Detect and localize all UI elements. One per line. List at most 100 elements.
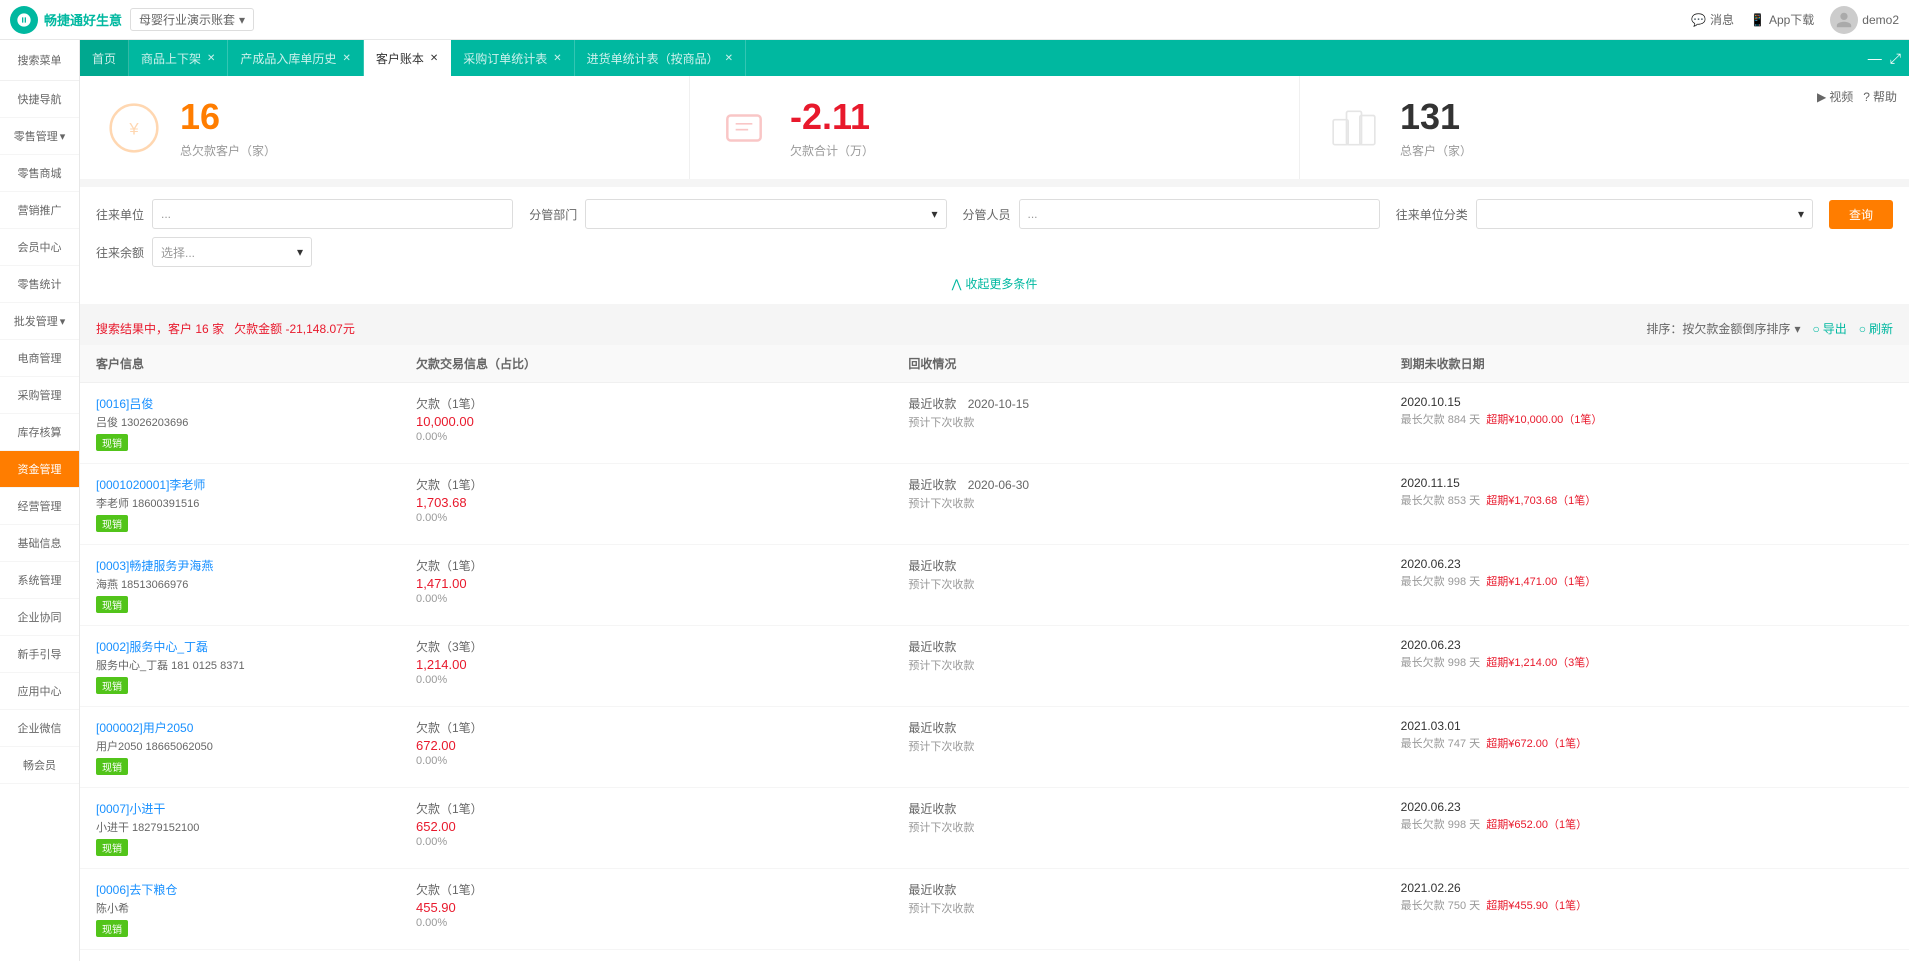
sidebar-item-wechat[interactable]: 企业微信 — [0, 710, 79, 747]
overdue-amount-link[interactable]: 超期¥1,214.00（3笔） — [1486, 657, 1596, 669]
debt-amount: 1,214.00 — [416, 657, 908, 672]
export-button[interactable]: ○ 导出 — [1812, 320, 1846, 337]
maximize-icon[interactable]: ⤢ — [1890, 50, 1901, 67]
tab-customer-account[interactable]: 客户账本 ✕ — [364, 40, 451, 76]
close-tab-icon[interactable]: ✕ — [553, 53, 561, 64]
sidebar-item-system[interactable]: 系统管理 — [0, 562, 79, 599]
tab-purchase-stats[interactable]: 进货单统计表（按商品） ✕ — [575, 40, 746, 76]
logo-text: 畅捷通好生意 — [44, 10, 122, 29]
sidebar-item-member[interactable]: 会员中心 — [0, 229, 79, 266]
customer-name-link[interactable]: [0002]服务中心_丁磊 — [96, 638, 416, 655]
customer-name-link[interactable]: [0016]吕俊 — [96, 395, 416, 412]
manager-input[interactable]: ... — [1019, 199, 1380, 229]
customer-cell: [000002]用户2050 用户2050 18665062050 现销 — [96, 719, 416, 775]
sidebar-item-enterprise[interactable]: 企业协同 — [0, 599, 79, 636]
close-tab-icon[interactable]: ✕ — [342, 53, 350, 64]
debt-amount: 10,000.00 — [416, 414, 908, 429]
sidebar-item-app-center[interactable]: 应用中心 — [0, 673, 79, 710]
minimize-icon[interactable]: — — [1868, 50, 1882, 66]
customer-tag: 现销 — [96, 677, 128, 694]
debt-label: 欠款（1笔） — [416, 557, 908, 574]
due-date: 2020.06.23 — [1401, 557, 1893, 571]
tab-label: 采购订单统计表 — [463, 50, 547, 67]
sidebar-item-inventory[interactable]: 库存核算 — [0, 414, 79, 451]
from-unit-placeholder: ... — [161, 207, 171, 221]
close-tab-icon[interactable]: ✕ — [725, 53, 733, 64]
unit-category-select[interactable]: ▾ — [1476, 199, 1813, 229]
user-avatar-area[interactable]: demo2 — [1830, 6, 1899, 34]
customer-name-link[interactable]: [0001020001]李老师 — [96, 476, 416, 493]
collapse-button[interactable]: ⋀ 收起更多条件 — [96, 275, 1893, 292]
balance-select[interactable]: 选择... ▾ — [152, 237, 312, 267]
help-link[interactable]: ? 帮助 — [1863, 88, 1897, 105]
next-payment-label: 预计下次收款 — [908, 495, 1400, 511]
last-payment-date: 2020-06-30 — [968, 478, 1029, 492]
sidebar-item-quick-nav[interactable]: 快捷导航 — [0, 81, 79, 118]
from-unit-label: 往来单位 — [96, 206, 144, 223]
result-debt-amount: -21,148.07元 — [285, 322, 354, 336]
close-tab-icon[interactable]: ✕ — [207, 53, 215, 64]
video-link[interactable]: ▶ 视频 — [1817, 88, 1853, 105]
sidebar-item-finance[interactable]: 资金管理 — [0, 451, 79, 488]
overdue-days: 最长欠款 747 天 — [1401, 738, 1480, 750]
sidebar-item-operations[interactable]: 经营管理 — [0, 488, 79, 525]
overdue-amount-link[interactable]: 超期¥672.00（1笔） — [1486, 738, 1587, 750]
overdue-amount-link[interactable]: 超期¥1,471.00（1笔） — [1486, 576, 1596, 588]
last-payment-label: 最近收款 2020-06-30 — [908, 476, 1400, 493]
top-bar: 畅捷通好生意 母婴行业演示账套 ▾ 💬 消息 📱 App下载 demo2 — [0, 0, 1909, 40]
sidebar-item-purchase[interactable]: 采购管理 — [0, 377, 79, 414]
app-download-button[interactable]: 📱 App下载 — [1750, 11, 1814, 28]
close-tab-icon[interactable]: ✕ — [430, 53, 438, 64]
overdue-amount-link[interactable]: 超期¥455.90（1笔） — [1486, 900, 1587, 912]
sidebar-item-vip[interactable]: 畅会员 — [0, 747, 79, 784]
result-customer-suffix: 家 — [212, 322, 224, 336]
sidebar-item-ecommerce[interactable]: 电商管理 — [0, 340, 79, 377]
customer-cell: [0001020001]李老师 李老师 18600391516 现销 — [96, 476, 416, 532]
search-menu-button[interactable]: 搜索菜单 — [8, 48, 71, 72]
debt-amount: 1,703.68 — [416, 495, 908, 510]
from-unit-input[interactable]: ... — [152, 199, 513, 229]
tab-bar-actions: — ⤢ — [1860, 50, 1909, 67]
chevron-down-icon: ▾ — [297, 245, 303, 259]
filter-area: 往来单位 ... 分管部门 ▾ 分管人员 — [80, 187, 1909, 304]
last-payment-label: 最近收款 — [908, 638, 1400, 655]
sidebar-item-retail-mall[interactable]: 零售商城 — [0, 155, 79, 192]
customer-phone: 陈小希 — [96, 900, 416, 916]
from-unit-filter: 往来单位 ... — [96, 199, 513, 229]
sidebar-item-label: 批发管理 — [14, 313, 58, 329]
sort-selector[interactable]: 排序：按欠款金额倒序排序 ▾ — [1646, 320, 1800, 337]
sidebar-item-basic-info[interactable]: 基础信息 — [0, 525, 79, 562]
industry-selector[interactable]: 母婴行业演示账套 ▾ — [130, 8, 254, 31]
industry-label: 母婴行业演示账套 — [139, 11, 235, 28]
filter-row-1: 往来单位 ... 分管部门 ▾ 分管人员 — [96, 199, 1893, 229]
overdue-amount-link[interactable]: 超期¥10,000.00（1笔） — [1486, 414, 1602, 426]
sidebar-item-marketing[interactable]: 营销推广 — [0, 192, 79, 229]
tab-product-offline[interactable]: 商品上下架 ✕ — [129, 40, 228, 76]
tab-product-history[interactable]: 产成品入库单历史 ✕ — [228, 40, 363, 76]
result-customer-count: 16 — [195, 322, 208, 336]
header-due-info: 到期未收款日期 — [1401, 355, 1893, 372]
debt-cell: 欠款（1笔） 455.90 0.00% — [416, 881, 908, 929]
overdue-days: 最长欠款 884 天 — [1401, 414, 1480, 426]
tab-home[interactable]: 首页 — [80, 40, 129, 76]
tab-purchase-order[interactable]: 采购订单统计表 ✕ — [451, 40, 574, 76]
refresh-label: 刷新 — [1869, 320, 1893, 337]
sidebar-item-batch-manage[interactable]: 批发管理 ▾ — [0, 303, 79, 340]
next-payment-label: 预计下次收款 — [908, 738, 1400, 754]
customer-name-link[interactable]: [000002]用户2050 — [96, 719, 416, 736]
department-select[interactable]: ▾ — [585, 199, 946, 229]
due-cell: 2021.02.26 最长欠款 750 天 超期¥455.90（1笔） — [1401, 881, 1893, 913]
overdue-amount-link[interactable]: 超期¥652.00（1笔） — [1486, 819, 1587, 831]
customer-name-link[interactable]: [0007]小进干 — [96, 800, 416, 817]
table-row: [0016]吕俊 吕俊 13026203696 现销 欠款（1笔） 10,000… — [80, 383, 1909, 464]
sidebar-item-label: 新手引导 — [18, 649, 62, 661]
sidebar-item-new-guide[interactable]: 新手引导 — [0, 636, 79, 673]
sidebar-item-retail-manage[interactable]: 零售管理 ▾ — [0, 118, 79, 155]
customer-name-link[interactable]: [0006]去下粮仓 — [96, 881, 416, 898]
sidebar-item-retail-stats[interactable]: 零售统计 — [0, 266, 79, 303]
overdue-amount-link[interactable]: 超期¥1,703.68（1笔） — [1486, 495, 1596, 507]
refresh-button[interactable]: ○ 刷新 — [1859, 320, 1893, 337]
search-button[interactable]: 查询 — [1829, 200, 1893, 229]
message-button[interactable]: 💬 消息 — [1691, 11, 1734, 28]
customer-name-link[interactable]: [0003]畅捷服务尹海燕 — [96, 557, 416, 574]
